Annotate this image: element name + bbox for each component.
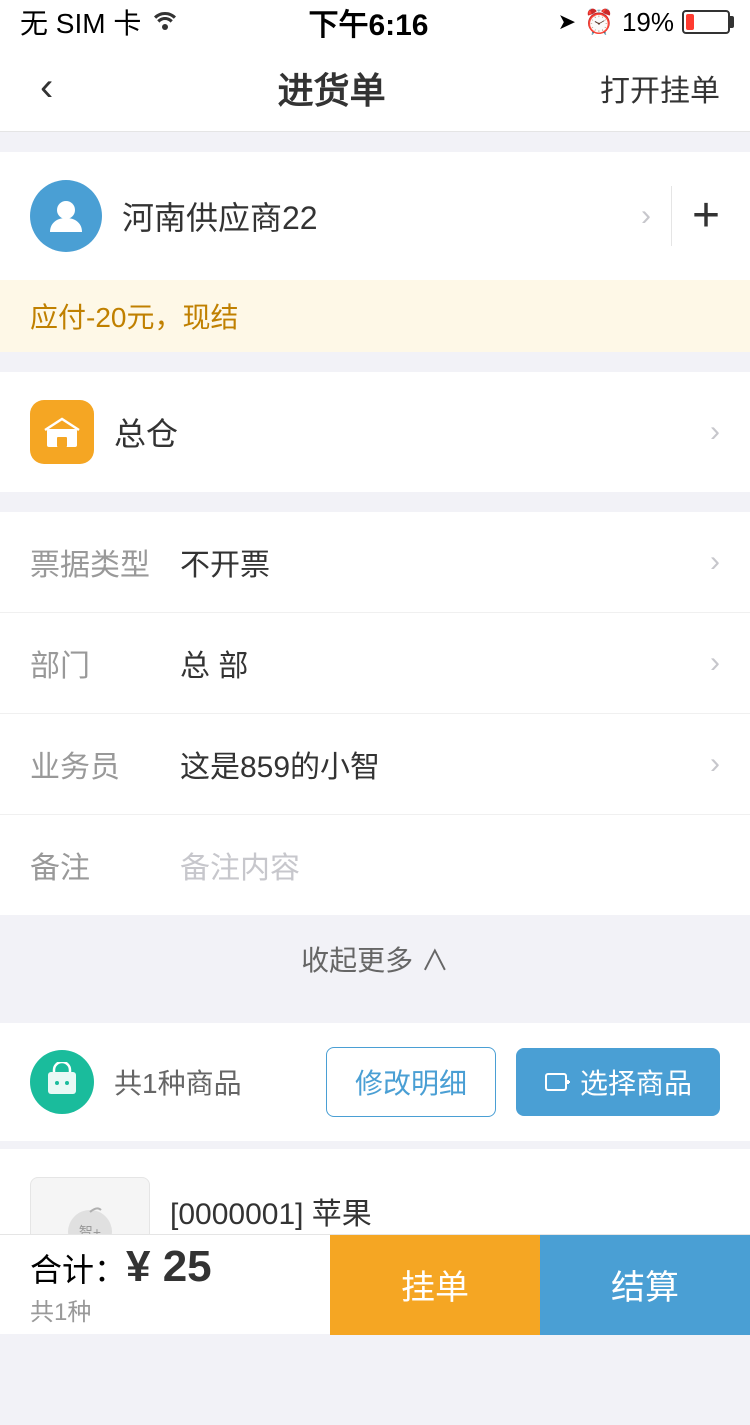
product-count: 共1种商品 — [114, 1062, 306, 1102]
product-code: [0000001] — [170, 1198, 312, 1231]
product-header: 共1种商品 修改明细 选择商品 — [0, 1023, 750, 1141]
hang-button[interactable]: 挂单 — [330, 1235, 540, 1335]
info-banner: 应付-20元，现结 — [0, 280, 750, 352]
sep-4 — [0, 1003, 750, 1023]
carrier-label: 无 SIM 卡 — [20, 2, 141, 42]
sep-3 — [0, 492, 750, 512]
warehouse-row[interactable]: 总仓 › — [0, 372, 750, 492]
remarks-placeholder: 备注内容 — [180, 843, 720, 887]
fields-card: 票据类型 不开票 › 部门 总 部 › 业务员 这是859的小智 › 备注 备注… — [0, 512, 750, 915]
product-name-text: 苹果 — [312, 1198, 372, 1231]
supplier-name: 河南供应商22 — [122, 193, 641, 239]
invoice-type-label: 票据类型 — [30, 540, 150, 584]
supplier-avatar — [30, 180, 102, 252]
product-name: [0000001] 苹果 — [170, 1189, 662, 1233]
select-product-button[interactable]: 选择商品 — [516, 1048, 720, 1116]
department-value: 总 部 — [180, 641, 710, 685]
remarks-label: 备注 — [30, 843, 150, 887]
invoice-type-row[interactable]: 票据类型 不开票 › — [0, 512, 750, 613]
status-left: 无 SIM 卡 — [20, 2, 179, 42]
product-icon — [30, 1050, 94, 1114]
footer-total: 合计：¥ 25 共1种 — [0, 1242, 330, 1327]
battery-fill — [686, 14, 694, 30]
alarm-icon: ⏰ — [584, 8, 614, 37]
back-button[interactable]: ‹ — [30, 55, 63, 120]
footer-total-label: 合计： — [30, 1252, 126, 1288]
footer-count: 共1种 — [30, 1292, 300, 1327]
salesperson-label: 业务员 — [30, 742, 150, 786]
footer-total-row: 合计：¥ 25 — [30, 1242, 300, 1292]
battery-icon — [682, 10, 730, 34]
remarks-row[interactable]: 备注 备注内容 — [0, 815, 750, 915]
supplier-chevron-icon: › — [641, 199, 651, 233]
bottom-spacer — [0, 1325, 750, 1425]
invoice-type-chevron-icon: › — [710, 545, 720, 579]
department-chevron-icon: › — [710, 646, 720, 680]
salesperson-value: 这是859的小智 — [180, 742, 710, 786]
nav-bar: ‹ 进货单 打开挂单 — [0, 44, 750, 132]
warehouse-chevron-icon: › — [710, 415, 720, 449]
salesperson-row[interactable]: 业务员 这是859的小智 › — [0, 714, 750, 815]
department-row[interactable]: 部门 总 部 › — [0, 613, 750, 714]
warehouse-label: 总仓 — [114, 409, 710, 455]
settle-button[interactable]: 结算 — [540, 1235, 750, 1335]
select-product-label: 选择商品 — [580, 1062, 692, 1102]
collapse-bar[interactable]: 收起更多 ∧ — [0, 915, 750, 1003]
wifi-icon — [151, 6, 179, 38]
invoice-type-value: 不开票 — [180, 540, 710, 584]
supplier-card: 河南供应商22 › + 应付-20元，现结 — [0, 152, 750, 352]
warehouse-icon — [30, 400, 94, 464]
divider — [671, 186, 672, 246]
location-icon: ➤ — [558, 9, 576, 35]
footer: 合计：¥ 25 共1种 挂单 结算 — [0, 1234, 750, 1334]
status-bar: 无 SIM 卡 下午6:16 ➤ ⏰ 19% — [0, 0, 750, 44]
main-content: 河南供应商22 › + 应付-20元，现结 总仓 › 票据类型 — [0, 132, 750, 1425]
supplier-row[interactable]: 河南供应商22 › + — [0, 152, 750, 280]
footer-total-amount: ¥ 25 — [126, 1242, 212, 1291]
battery-label: 19% — [622, 7, 674, 38]
status-right: ➤ ⏰ 19% — [558, 7, 730, 38]
status-time: 下午6:16 — [308, 0, 428, 44]
sep-2 — [0, 352, 750, 372]
sep-1 — [0, 132, 750, 152]
edit-detail-button[interactable]: 修改明细 — [326, 1047, 496, 1117]
add-supplier-button[interactable]: + — [692, 192, 720, 240]
salesperson-chevron-icon: › — [710, 747, 720, 781]
department-label: 部门 — [30, 641, 150, 685]
page-title: 进货单 — [278, 62, 386, 114]
warehouse-card: 总仓 › — [0, 372, 750, 492]
open-hang-button[interactable]: 打开挂单 — [600, 66, 720, 110]
